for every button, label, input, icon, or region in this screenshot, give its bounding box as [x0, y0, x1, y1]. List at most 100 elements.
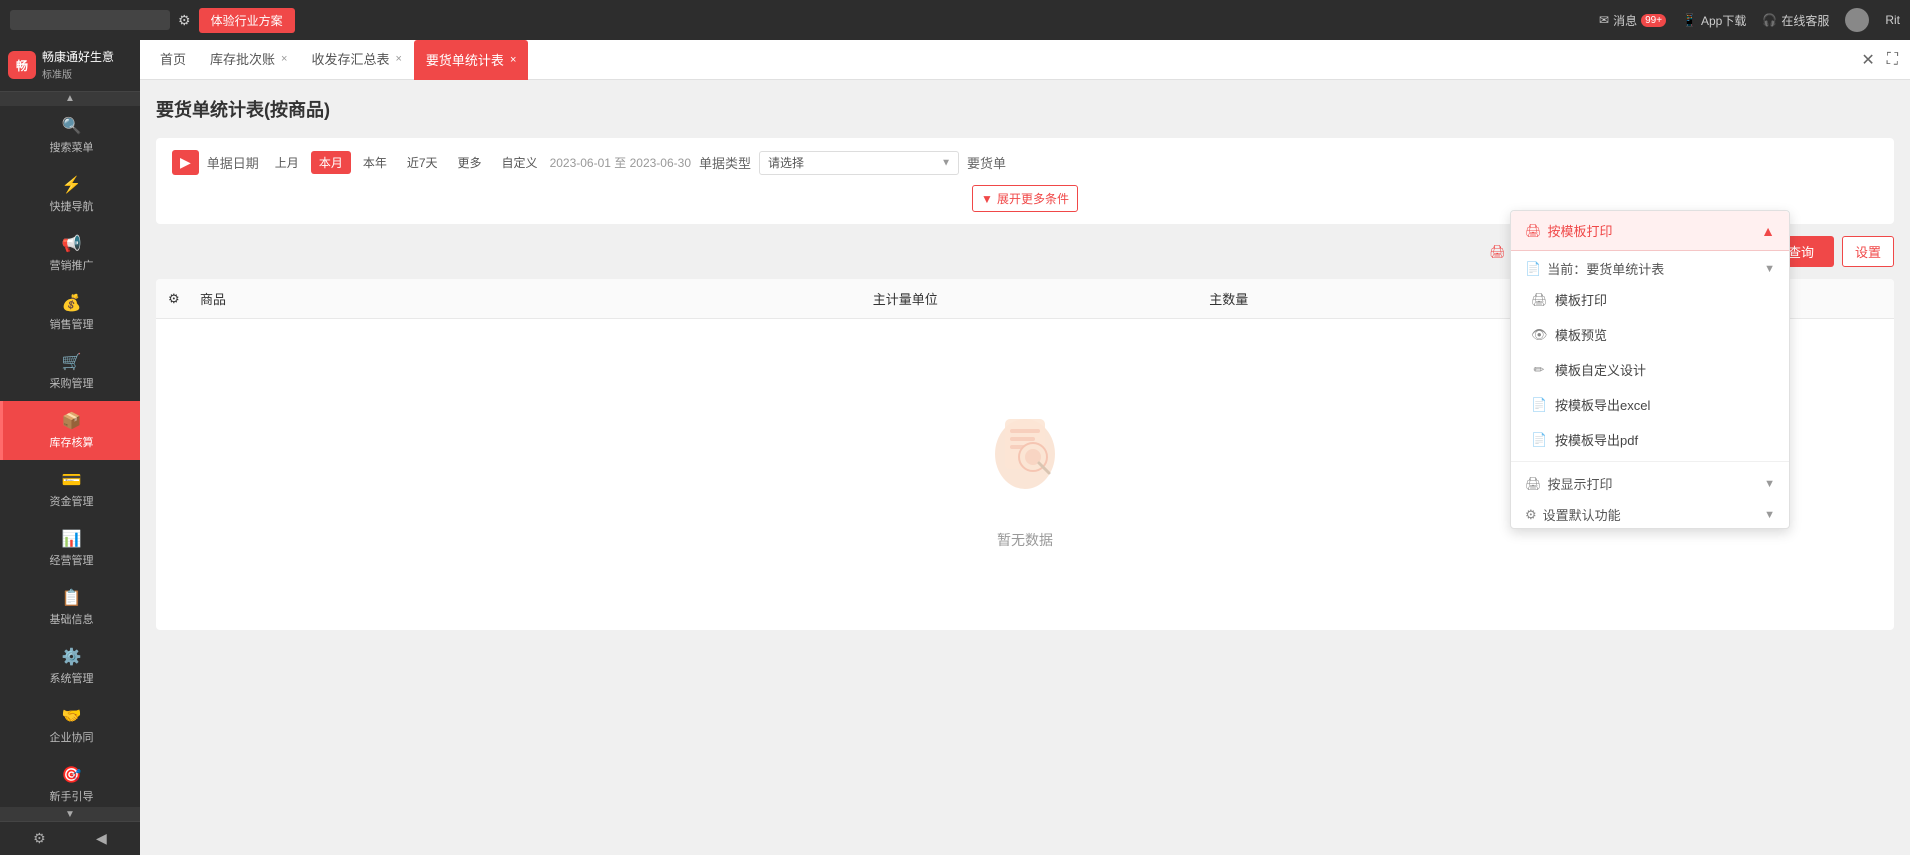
sidebar-item-purchase[interactable]: 🛒 采购管理: [0, 342, 140, 401]
sidebar-item-label: 系统管理: [50, 670, 94, 686]
date-btn-last-month[interactable]: 上月: [267, 151, 307, 174]
filter-row-1: ▶ 单据日期 上月 本月 本年 近7天 更多 自定义 2023-06-01 至 …: [172, 150, 1878, 175]
guide-icon: 🎯: [62, 765, 82, 785]
top-search-input[interactable]: [10, 10, 170, 30]
dropdown-item-export-excel[interactable]: 📄 按模板导出excel: [1511, 387, 1789, 422]
page-content: 要货单统计表(按商品) ▶ 单据日期 上月 本月 本年 近7天 更多 自定义: [140, 80, 1910, 855]
tab-batch-label: 库存批次账: [210, 49, 275, 68]
tab-bar: 首页 库存批次账 × 收发存汇总表 × 要货单统计表 × ✕ ⛶: [140, 40, 1910, 80]
sidebar-item-label: 新手引导: [50, 788, 94, 804]
sidebar-item-quick-nav[interactable]: ⚡ 快捷导航: [0, 165, 140, 224]
sidebar-item-marketing[interactable]: 📢 营销推广: [0, 224, 140, 283]
tab-receipt-close[interactable]: ×: [395, 53, 401, 65]
tab-close-all-btn[interactable]: ✕: [1857, 46, 1878, 74]
finance-icon: 💳: [62, 470, 82, 490]
scroll-down-btn[interactable]: ▼: [0, 807, 140, 821]
filter-expand-left-btn[interactable]: ▶: [172, 150, 199, 175]
default-func-section[interactable]: ⚙ 设置默认功能 ▼: [1511, 497, 1789, 528]
dropdown-item-template-preview[interactable]: 👁 模板预览: [1511, 317, 1789, 352]
tab-maximize-btn[interactable]: ⛶: [1883, 47, 1902, 73]
sidebar-item-label: 快捷导航: [50, 198, 94, 214]
sidebar-item-operations[interactable]: 📊 经营管理: [0, 519, 140, 578]
sidebar-settings-btn[interactable]: ⚙: [33, 830, 46, 847]
sidebar-item-sales[interactable]: 💰 销售管理: [0, 283, 140, 342]
template-design-icon: ✏: [1531, 362, 1547, 378]
marketing-icon: 📢: [62, 234, 82, 254]
tab-batch-account[interactable]: 库存批次账 ×: [198, 40, 299, 80]
date-btn-custom[interactable]: 自定义: [494, 151, 546, 174]
type-select[interactable]: 请选择: [759, 151, 959, 175]
th-product: 商品: [200, 289, 873, 308]
template-print-label: 模板打印: [1555, 290, 1607, 309]
scroll-up-btn[interactable]: ▲: [0, 92, 140, 106]
setting-btn[interactable]: 设置: [1842, 236, 1894, 267]
type-filter-label: 单据类型: [699, 153, 751, 172]
sidebar-item-collab[interactable]: 🤝 企业协同: [0, 696, 140, 755]
display-arrow-icon: ▼: [1764, 478, 1775, 490]
tab-order-label: 要货单统计表: [426, 50, 504, 69]
expand-more-btn[interactable]: ▼ 展开更多条件: [972, 185, 1078, 212]
type-select-wrapper: 请选择: [759, 151, 959, 175]
dropdown-item-template-print[interactable]: 🖨 模板打印: [1511, 282, 1789, 317]
tab-order-close[interactable]: ×: [510, 54, 516, 66]
messages-item[interactable]: ✉ 消息 99+: [1599, 12, 1666, 29]
template-print-icon: 🖨: [1531, 292, 1547, 308]
display-print-section[interactable]: 🖨 按显示打印 ▼: [1511, 466, 1789, 497]
tab-home[interactable]: 首页: [148, 40, 198, 80]
template-preview-label: 模板预览: [1555, 325, 1607, 344]
date-filter-label: 单据日期: [207, 153, 259, 172]
online-service-item[interactable]: 🎧 在线客服: [1762, 12, 1829, 29]
header-right: ✉ 消息 99+ 📱 App下载 🎧 在线客服 Rit: [1599, 8, 1900, 32]
dropdown-title: 按模板打印: [1548, 221, 1613, 240]
basic-icon: 📋: [62, 588, 82, 608]
sidebar-item-basic[interactable]: 📋 基础信息: [0, 578, 140, 637]
system-icon: ⚙️: [62, 647, 82, 667]
expand-label: 展开更多条件: [997, 190, 1069, 207]
date-btn-7days[interactable]: 近7天: [399, 151, 446, 174]
date-range-text: 2023-06-01 至 2023-06-30: [550, 154, 691, 171]
sidebar-item-guide[interactable]: 🎯 新手引导: [0, 755, 140, 807]
tab-batch-close[interactable]: ×: [281, 53, 287, 65]
empty-text: 暂无数据: [997, 530, 1053, 550]
date-btn-this-month[interactable]: 本月: [311, 151, 351, 174]
date-group: 上月 本月 本年 近7天 更多 自定义 2023-06-01 至 2023-06…: [267, 151, 691, 174]
user-avatar[interactable]: [1845, 8, 1869, 32]
expand-icon: ▼: [981, 192, 993, 206]
sidebar-collapse-btn[interactable]: ◀: [96, 830, 107, 847]
sidebar-item-inventory[interactable]: 📦 库存核算: [0, 401, 140, 460]
tab-receipt-label: 收发存汇总表: [311, 49, 389, 68]
default-func-label: 设置默认功能: [1543, 505, 1621, 524]
export-excel-icon: 📄: [1531, 397, 1547, 413]
template-preview-icon: 👁: [1531, 327, 1547, 343]
sidebar-item-label: 库存核算: [50, 434, 94, 450]
sidebar-item-label: 营销推广: [50, 257, 94, 273]
sidebar-bottom: ⚙ ◀: [0, 821, 140, 855]
th-quantity: 主数量: [1209, 289, 1545, 308]
tab-order-stats[interactable]: 要货单统计表 ×: [414, 40, 528, 80]
dropdown-close-btn[interactable]: ▲: [1761, 223, 1775, 239]
date-btn-more[interactable]: 更多: [450, 151, 490, 174]
default-arrow-icon: ▼: [1764, 509, 1775, 521]
industry-button[interactable]: 体验行业方案: [199, 8, 295, 33]
sidebar-item-system[interactable]: ⚙️ 系统管理: [0, 637, 140, 696]
date-btn-this-year[interactable]: 本年: [355, 151, 395, 174]
tab-receipt-summary[interactable]: 收发存汇总表 ×: [299, 40, 413, 80]
export-pdf-label: 按模板导出pdf: [1555, 430, 1638, 449]
template-icon: 📄: [1525, 261, 1541, 277]
sidebar-item-search[interactable]: 🔍 搜索菜单: [0, 106, 140, 165]
sidebar-item-finance[interactable]: 💳 资金管理: [0, 460, 140, 519]
gear-button[interactable]: ⚙: [178, 12, 191, 29]
tab-right-buttons: ✕ ⛶: [1857, 46, 1902, 74]
app-download-item[interactable]: 📱 App下载: [1682, 12, 1746, 29]
sidebar-item-label: 基础信息: [50, 611, 94, 627]
logo-icon: 畅: [8, 51, 36, 79]
print-dropdown: 🖨 按模板打印 ▲ 📄 当前：要货单统计表 ▼ 🖨 模板打印: [1510, 210, 1790, 529]
extra-filter-label: 要货单: [967, 153, 1006, 172]
dropdown-item-export-pdf[interactable]: 📄 按模板导出pdf: [1511, 422, 1789, 457]
dropdown-item-template-design[interactable]: ✏ 模板自定义设计: [1511, 352, 1789, 387]
app-download-label: App下载: [1701, 12, 1746, 29]
sidebar-item-label: 采购管理: [50, 375, 94, 391]
filter-section-left: ▶ 单据日期 上月 本月 本年 近7天 更多 自定义 2023-06-01 至 …: [172, 150, 1006, 175]
th-checkbox: ⚙: [168, 291, 200, 307]
empty-icon: [975, 399, 1075, 518]
